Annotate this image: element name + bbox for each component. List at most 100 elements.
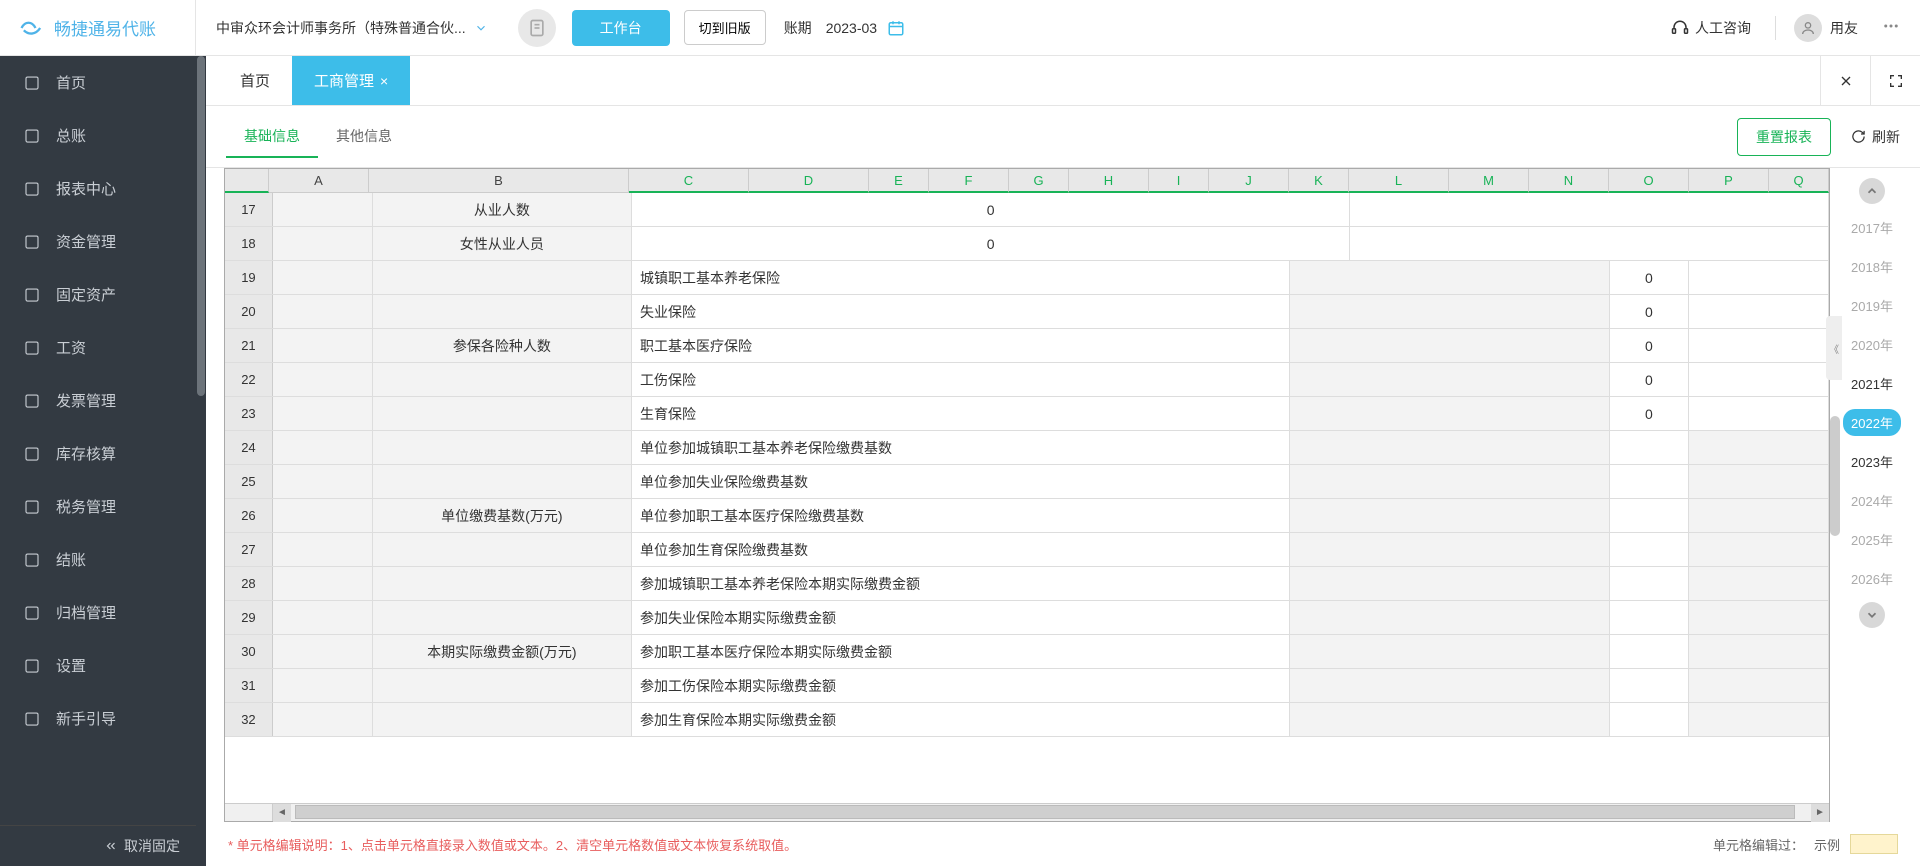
cell[interactable]: 参加失业保险本期实际缴费金额	[632, 601, 1290, 634]
col-header-F[interactable]: F	[929, 169, 1009, 193]
cell[interactable]	[273, 363, 373, 396]
row-header[interactable]: 29	[225, 601, 273, 634]
row-header[interactable]: 21	[225, 329, 273, 362]
row-header[interactable]: 24	[225, 431, 273, 464]
row-header[interactable]: 20	[225, 295, 273, 328]
col-header-P[interactable]: P	[1689, 169, 1769, 193]
cell[interactable]: 参加生育保险本期实际缴费金额	[632, 703, 1290, 736]
more-menu-icon[interactable]	[1882, 17, 1900, 38]
cell[interactable]	[1290, 635, 1609, 668]
cell[interactable]: 工伤保险	[632, 363, 1290, 396]
col-header-K[interactable]: K	[1289, 169, 1349, 193]
year-2026年[interactable]: 2026年	[1843, 559, 1901, 598]
cell[interactable]	[1290, 261, 1609, 294]
col-header-Q[interactable]: Q	[1769, 169, 1829, 193]
cell[interactable]	[273, 533, 373, 566]
cell[interactable]	[1290, 499, 1609, 532]
cell[interactable]	[373, 669, 632, 702]
cell[interactable]	[1290, 329, 1609, 362]
cell[interactable]	[1689, 533, 1829, 566]
sidebar-item-3[interactable]: 资金管理	[0, 215, 196, 268]
cell[interactable]	[1689, 431, 1829, 464]
cell[interactable]: 单位参加失业保险缴费基数	[632, 465, 1290, 498]
cell[interactable]	[273, 635, 373, 668]
collapse-year-panel[interactable]: 《	[1826, 316, 1842, 380]
row-header[interactable]: 19	[225, 261, 273, 294]
cell[interactable]	[1610, 499, 1690, 532]
cell[interactable]: 0	[632, 227, 1350, 260]
subtab-other-info[interactable]: 其他信息	[318, 116, 410, 158]
cell[interactable]	[373, 567, 632, 600]
cell[interactable]	[1290, 703, 1609, 736]
cell[interactable]	[1689, 601, 1829, 634]
col-header-A[interactable]: A	[269, 169, 369, 193]
close-icon[interactable]: ×	[380, 73, 388, 89]
cell[interactable]	[373, 465, 632, 498]
tab-home[interactable]: 首页	[218, 56, 292, 105]
sidebar-item-12[interactable]: 新手引导	[0, 692, 196, 745]
col-header-G[interactable]: G	[1009, 169, 1069, 193]
cell[interactable]	[1290, 295, 1609, 328]
sidebar-item-10[interactable]: 归档管理	[0, 586, 196, 639]
col-header-C[interactable]: C	[629, 169, 749, 193]
unpin-sidebar[interactable]: 取消固定	[0, 825, 196, 866]
cell[interactable]	[273, 499, 373, 532]
year-2024年[interactable]: 2024年	[1843, 481, 1901, 520]
cell[interactable]: 职工基本医疗保险	[632, 329, 1290, 362]
cell[interactable]	[1689, 465, 1829, 498]
cell[interactable]	[1689, 363, 1829, 396]
cell[interactable]: 城镇职工基本养老保险	[632, 261, 1290, 294]
cell[interactable]	[273, 601, 373, 634]
row-header[interactable]: 25	[225, 465, 273, 498]
sidebar-item-11[interactable]: 设置	[0, 639, 196, 692]
refresh-button[interactable]: 刷新	[1851, 127, 1900, 147]
cell[interactable]: 参保各险种人数	[373, 329, 632, 362]
row-header[interactable]: 22	[225, 363, 273, 396]
cell[interactable]	[1689, 635, 1829, 668]
cell[interactable]	[1290, 601, 1609, 634]
col-header-E[interactable]: E	[869, 169, 929, 193]
cell[interactable]: 0	[1610, 295, 1690, 328]
select-all-cell[interactable]	[225, 169, 269, 193]
sidebar-item-5[interactable]: 工资	[0, 321, 196, 374]
vertical-scrollbar[interactable]	[1830, 416, 1840, 536]
cell[interactable]: 0	[1610, 329, 1690, 362]
row-header[interactable]: 18	[225, 227, 273, 260]
sidebar-item-1[interactable]: 总账	[0, 109, 196, 162]
cell[interactable]	[1290, 431, 1609, 464]
cell[interactable]	[1689, 295, 1829, 328]
cell[interactable]	[1689, 669, 1829, 702]
row-header[interactable]: 30	[225, 635, 273, 668]
col-header-O[interactable]: O	[1609, 169, 1689, 193]
cell[interactable]	[1689, 703, 1829, 736]
cell[interactable]	[1610, 669, 1690, 702]
col-header-M[interactable]: M	[1449, 169, 1529, 193]
cell[interactable]	[273, 465, 373, 498]
cell[interactable]	[273, 295, 373, 328]
cell[interactable]: 生育保险	[632, 397, 1290, 430]
row-header[interactable]: 32	[225, 703, 273, 736]
cell[interactable]	[1689, 567, 1829, 600]
col-header-J[interactable]: J	[1209, 169, 1289, 193]
year-2023年[interactable]: 2023年	[1843, 442, 1901, 481]
cell[interactable]: 单位参加城镇职工基本养老保险缴费基数	[632, 431, 1290, 464]
year-2021年[interactable]: 2021年	[1843, 364, 1901, 403]
cell[interactable]	[373, 703, 632, 736]
cell[interactable]: 参加城镇职工基本养老保险本期实际缴费金额	[632, 567, 1290, 600]
cell[interactable]	[1350, 193, 1829, 226]
tab-business-admin[interactable]: 工商管理 ×	[292, 56, 410, 105]
year-2025年[interactable]: 2025年	[1843, 520, 1901, 559]
switch-version-button[interactable]: 切到旧版	[684, 10, 766, 45]
cell[interactable]	[1610, 431, 1690, 464]
cell[interactable]: 0	[1610, 363, 1690, 396]
cell[interactable]	[373, 363, 632, 396]
year-scroll-down[interactable]	[1859, 602, 1885, 628]
cell[interactable]	[273, 193, 373, 226]
cell[interactable]	[273, 703, 373, 736]
col-header-I[interactable]: I	[1149, 169, 1209, 193]
cell[interactable]: 参加工伤保险本期实际缴费金额	[632, 669, 1290, 702]
cell[interactable]	[273, 329, 373, 362]
sidebar-item-2[interactable]: 报表中心	[0, 162, 196, 215]
user-menu[interactable]: 用友	[1794, 14, 1858, 42]
col-header-D[interactable]: D	[749, 169, 869, 193]
